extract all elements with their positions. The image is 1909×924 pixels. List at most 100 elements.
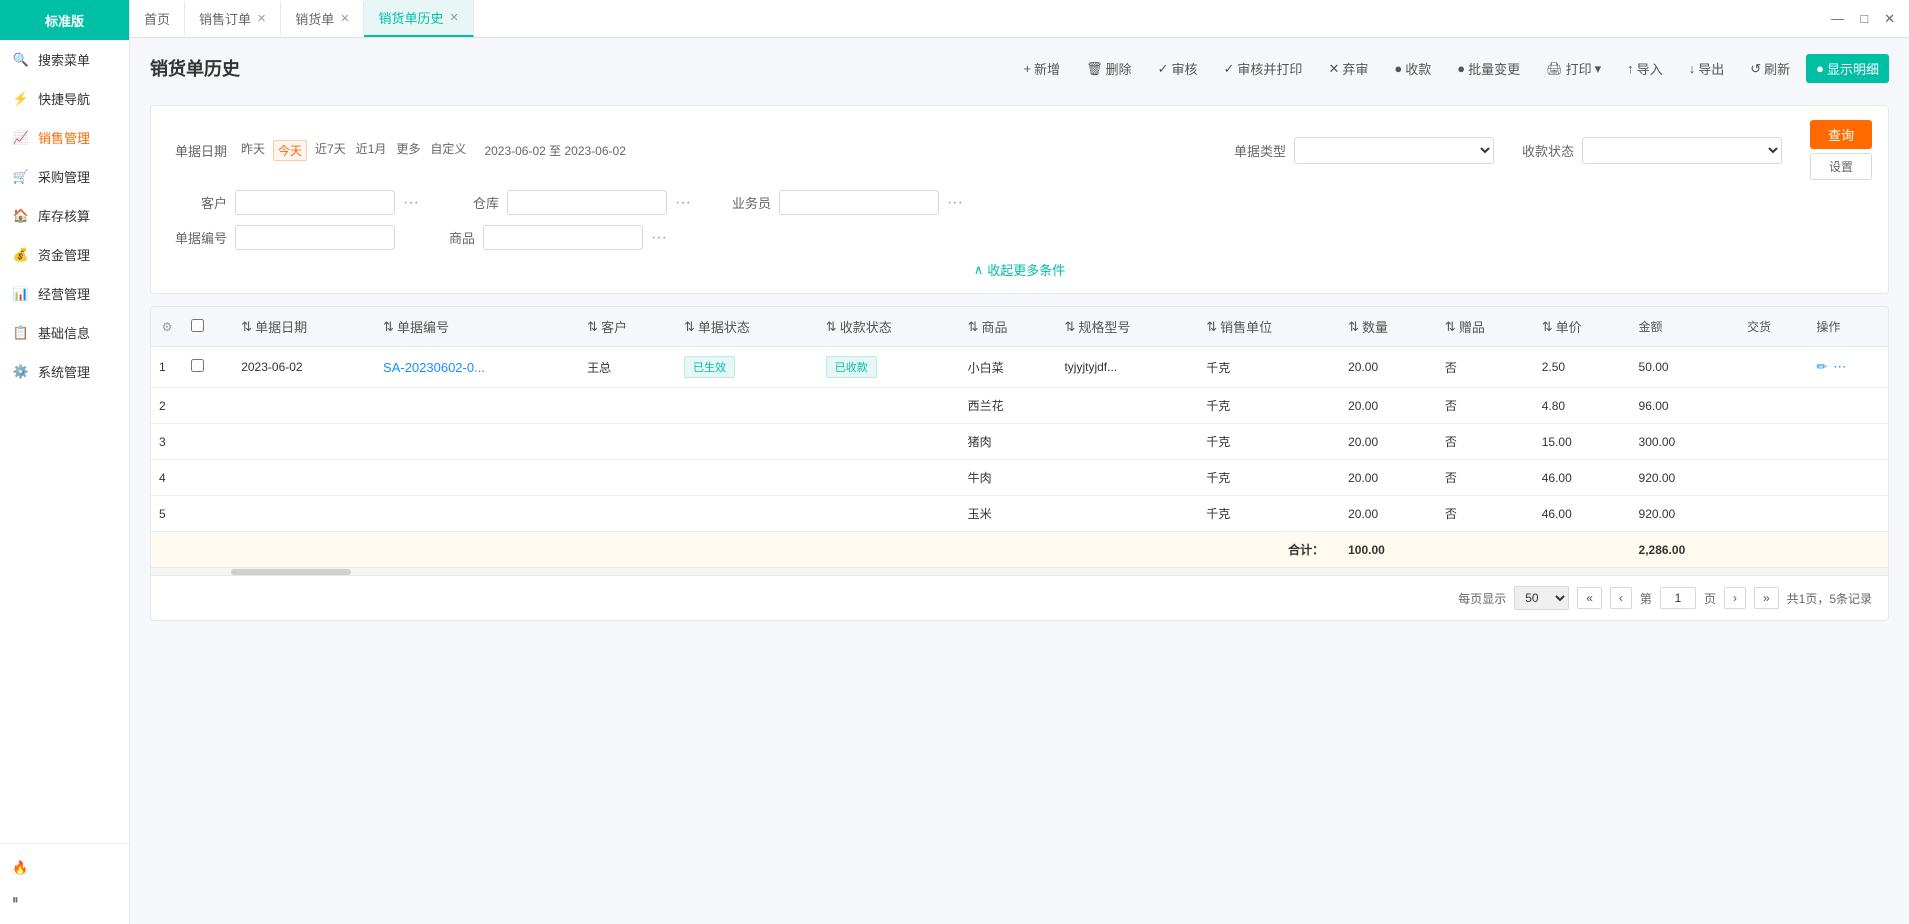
cell-docstatus-1: 已生效 bbox=[676, 347, 818, 388]
sidebar-item-quick-nav[interactable]: ⚡ 快捷导航 bbox=[0, 79, 129, 118]
shortcut-today[interactable]: 今天 bbox=[273, 140, 307, 161]
cell-goods-2: 西兰花 bbox=[960, 388, 1057, 424]
tab-bar-right: — □ ✕ bbox=[1825, 7, 1909, 31]
cell-qty-4: 20.00 bbox=[1340, 460, 1437, 496]
settings-button[interactable]: 设置 bbox=[1810, 153, 1872, 180]
tab-sales-goods[interactable]: 销货单 ✕ bbox=[281, 1, 364, 36]
pay-status-select[interactable] bbox=[1582, 137, 1782, 164]
tab-sales-order[interactable]: 销售订单 ✕ bbox=[185, 1, 281, 36]
cell-customer-2 bbox=[579, 388, 676, 424]
warehouse-ellipsis[interactable]: ··· bbox=[675, 194, 691, 212]
cell-checkbox-3 bbox=[183, 424, 233, 460]
sidebar-item-basic-info[interactable]: 📋 基础信息 bbox=[0, 313, 129, 352]
goods-input[interactable] bbox=[483, 225, 643, 250]
shortcut-more[interactable]: 更多 bbox=[394, 140, 422, 161]
print-icon: 🖨 bbox=[1546, 61, 1563, 77]
cell-date-2 bbox=[233, 388, 375, 424]
tab-home[interactable]: 首页 bbox=[130, 1, 185, 36]
audit-button[interactable]: ✓ 审核 bbox=[1148, 54, 1208, 83]
sidebar-item-purchase-mgmt[interactable]: 🛒 采购管理 bbox=[0, 157, 129, 196]
delete-button[interactable]: 🗑 删除 bbox=[1076, 54, 1142, 83]
sidebar-item-sales-mgmt[interactable]: 📈 销售管理 bbox=[0, 118, 129, 157]
ops-mgmt-icon: 📊 bbox=[12, 285, 30, 303]
doc-no-link-1[interactable]: SA-20230602-0... bbox=[383, 360, 485, 375]
prev-page-btn[interactable]: ‹ bbox=[1610, 587, 1632, 609]
doc-status-badge-1: 已生效 bbox=[684, 356, 735, 378]
sidebar-item-finance-mgmt[interactable]: 💰 资金管理 bbox=[0, 235, 129, 274]
tab-sales-goods-close[interactable]: ✕ bbox=[340, 12, 349, 25]
th-unit: ⇅销售单位 bbox=[1198, 307, 1340, 347]
goods-ellipsis[interactable]: ··· bbox=[651, 229, 667, 247]
refresh-icon: ↺ bbox=[1750, 61, 1761, 77]
cell-paystatus-2 bbox=[818, 388, 960, 424]
cell-qty-3: 20.00 bbox=[1340, 424, 1437, 460]
collect-button[interactable]: ● 收款 bbox=[1384, 54, 1441, 83]
shortcut-7days[interactable]: 近7天 bbox=[313, 140, 348, 161]
filter-doc-no: 单据编号 bbox=[167, 225, 395, 250]
th-settings[interactable]: ⚙ bbox=[151, 307, 183, 347]
cell-paystatus-4 bbox=[818, 460, 960, 496]
staff-input[interactable] bbox=[779, 190, 939, 215]
sidebar-item-ops-mgmt[interactable]: 📊 经营管理 bbox=[0, 274, 129, 313]
select-all-checkbox[interactable] bbox=[191, 319, 204, 332]
tab-sales-goods-history-close[interactable]: ✕ bbox=[450, 11, 459, 24]
sidebar-bottom-item-2[interactable]: ⏸ bbox=[0, 884, 129, 916]
print-button[interactable]: 🖨 打印 ▾ bbox=[1536, 54, 1611, 83]
discard-button[interactable]: ✕ 弃审 bbox=[1318, 54, 1378, 83]
cell-action-5 bbox=[1808, 496, 1888, 532]
sidebar-item-search-menu[interactable]: 🔍 搜索菜单 bbox=[0, 40, 129, 79]
tab-sales-order-close[interactable]: ✕ bbox=[257, 12, 266, 25]
cell-paystatus-1: 已收款 bbox=[818, 347, 960, 388]
audit-print-button[interactable]: ✓ 审核并打印 bbox=[1214, 54, 1313, 83]
more-action-1[interactable]: ⋯ bbox=[1833, 359, 1846, 375]
batch-change-button[interactable]: ● 批量变更 bbox=[1447, 54, 1530, 83]
summary-price-empty bbox=[1534, 532, 1631, 568]
filter-area: 单据日期 昨天 今天 近7天 近1月 更多 自定义 2023-06-02 至 2… bbox=[150, 105, 1889, 294]
query-button[interactable]: 查询 bbox=[1810, 120, 1872, 149]
doc-no-input[interactable] bbox=[235, 225, 395, 250]
staff-ellipsis[interactable]: ··· bbox=[947, 194, 963, 212]
shortcut-yesterday[interactable]: 昨天 bbox=[239, 140, 267, 161]
next-page-btn[interactable]: › bbox=[1724, 587, 1746, 609]
tab-sales-goods-history[interactable]: 销货单历史 ✕ bbox=[364, 0, 473, 37]
table-scrollbar[interactable] bbox=[151, 567, 1888, 575]
sidebar-bottom-item-1[interactable]: 🔥 bbox=[0, 852, 129, 884]
shortcut-custom[interactable]: 自定义 bbox=[428, 140, 468, 161]
first-page-btn[interactable]: « bbox=[1577, 587, 1602, 609]
cell-docno-1[interactable]: SA-20230602-0... bbox=[375, 347, 579, 388]
refresh-button[interactable]: ↺ 刷新 bbox=[1740, 54, 1800, 83]
batch-change-icon: ● bbox=[1457, 61, 1465, 76]
th-goods: ⇅商品 bbox=[960, 307, 1057, 347]
pay-status-label: 收款状态 bbox=[1514, 141, 1574, 160]
show-detail-button[interactable]: ● 显示明细 bbox=[1806, 54, 1889, 83]
collapse-button[interactable]: ∧ 收起更多条件 bbox=[167, 260, 1872, 279]
cell-checkbox-1 bbox=[183, 347, 233, 388]
shortcut-1month[interactable]: 近1月 bbox=[354, 140, 389, 161]
tab-close-all-btn[interactable]: ✕ bbox=[1878, 7, 1901, 31]
th-customer: ⇅客户 bbox=[579, 307, 676, 347]
doc-type-select[interactable] bbox=[1294, 137, 1494, 164]
row-checkbox-1[interactable] bbox=[191, 359, 204, 372]
filter-row-1: 单据日期 昨天 今天 近7天 近1月 更多 自定义 2023-06-02 至 2… bbox=[167, 120, 1872, 180]
cell-action-3 bbox=[1808, 424, 1888, 460]
tab-maximize-btn[interactable]: □ bbox=[1854, 7, 1874, 30]
warehouse-input[interactable] bbox=[507, 190, 667, 215]
cell-rownum-3: 3 bbox=[151, 424, 183, 460]
cell-unit-4: 千克 bbox=[1198, 460, 1340, 496]
sidebar-item-sys-mgmt[interactable]: ⚙️ 系统管理 bbox=[0, 352, 129, 391]
last-page-btn[interactable]: » bbox=[1754, 587, 1779, 609]
customer-ellipsis[interactable]: ··· bbox=[403, 194, 419, 212]
customer-input[interactable] bbox=[235, 190, 395, 215]
edit-action-1[interactable]: ✏ bbox=[1816, 359, 1827, 375]
page-size-select[interactable]: 50 100 200 bbox=[1514, 586, 1569, 610]
tab-minimize-btn[interactable]: — bbox=[1825, 7, 1850, 30]
sidebar-item-inventory-calc[interactable]: 🏠 库存核算 bbox=[0, 196, 129, 235]
cell-customer-4 bbox=[579, 460, 676, 496]
finance-mgmt-icon: 💰 bbox=[12, 246, 30, 264]
page-number-input[interactable] bbox=[1660, 587, 1696, 609]
export-button[interactable]: ↓ 导出 bbox=[1679, 54, 1735, 83]
import-button[interactable]: ↑ 导入 bbox=[1617, 54, 1673, 83]
cell-docno-3 bbox=[375, 424, 579, 460]
sidebar-item-label: 资金管理 bbox=[38, 245, 90, 264]
add-button[interactable]: + 新增 bbox=[1013, 54, 1070, 83]
